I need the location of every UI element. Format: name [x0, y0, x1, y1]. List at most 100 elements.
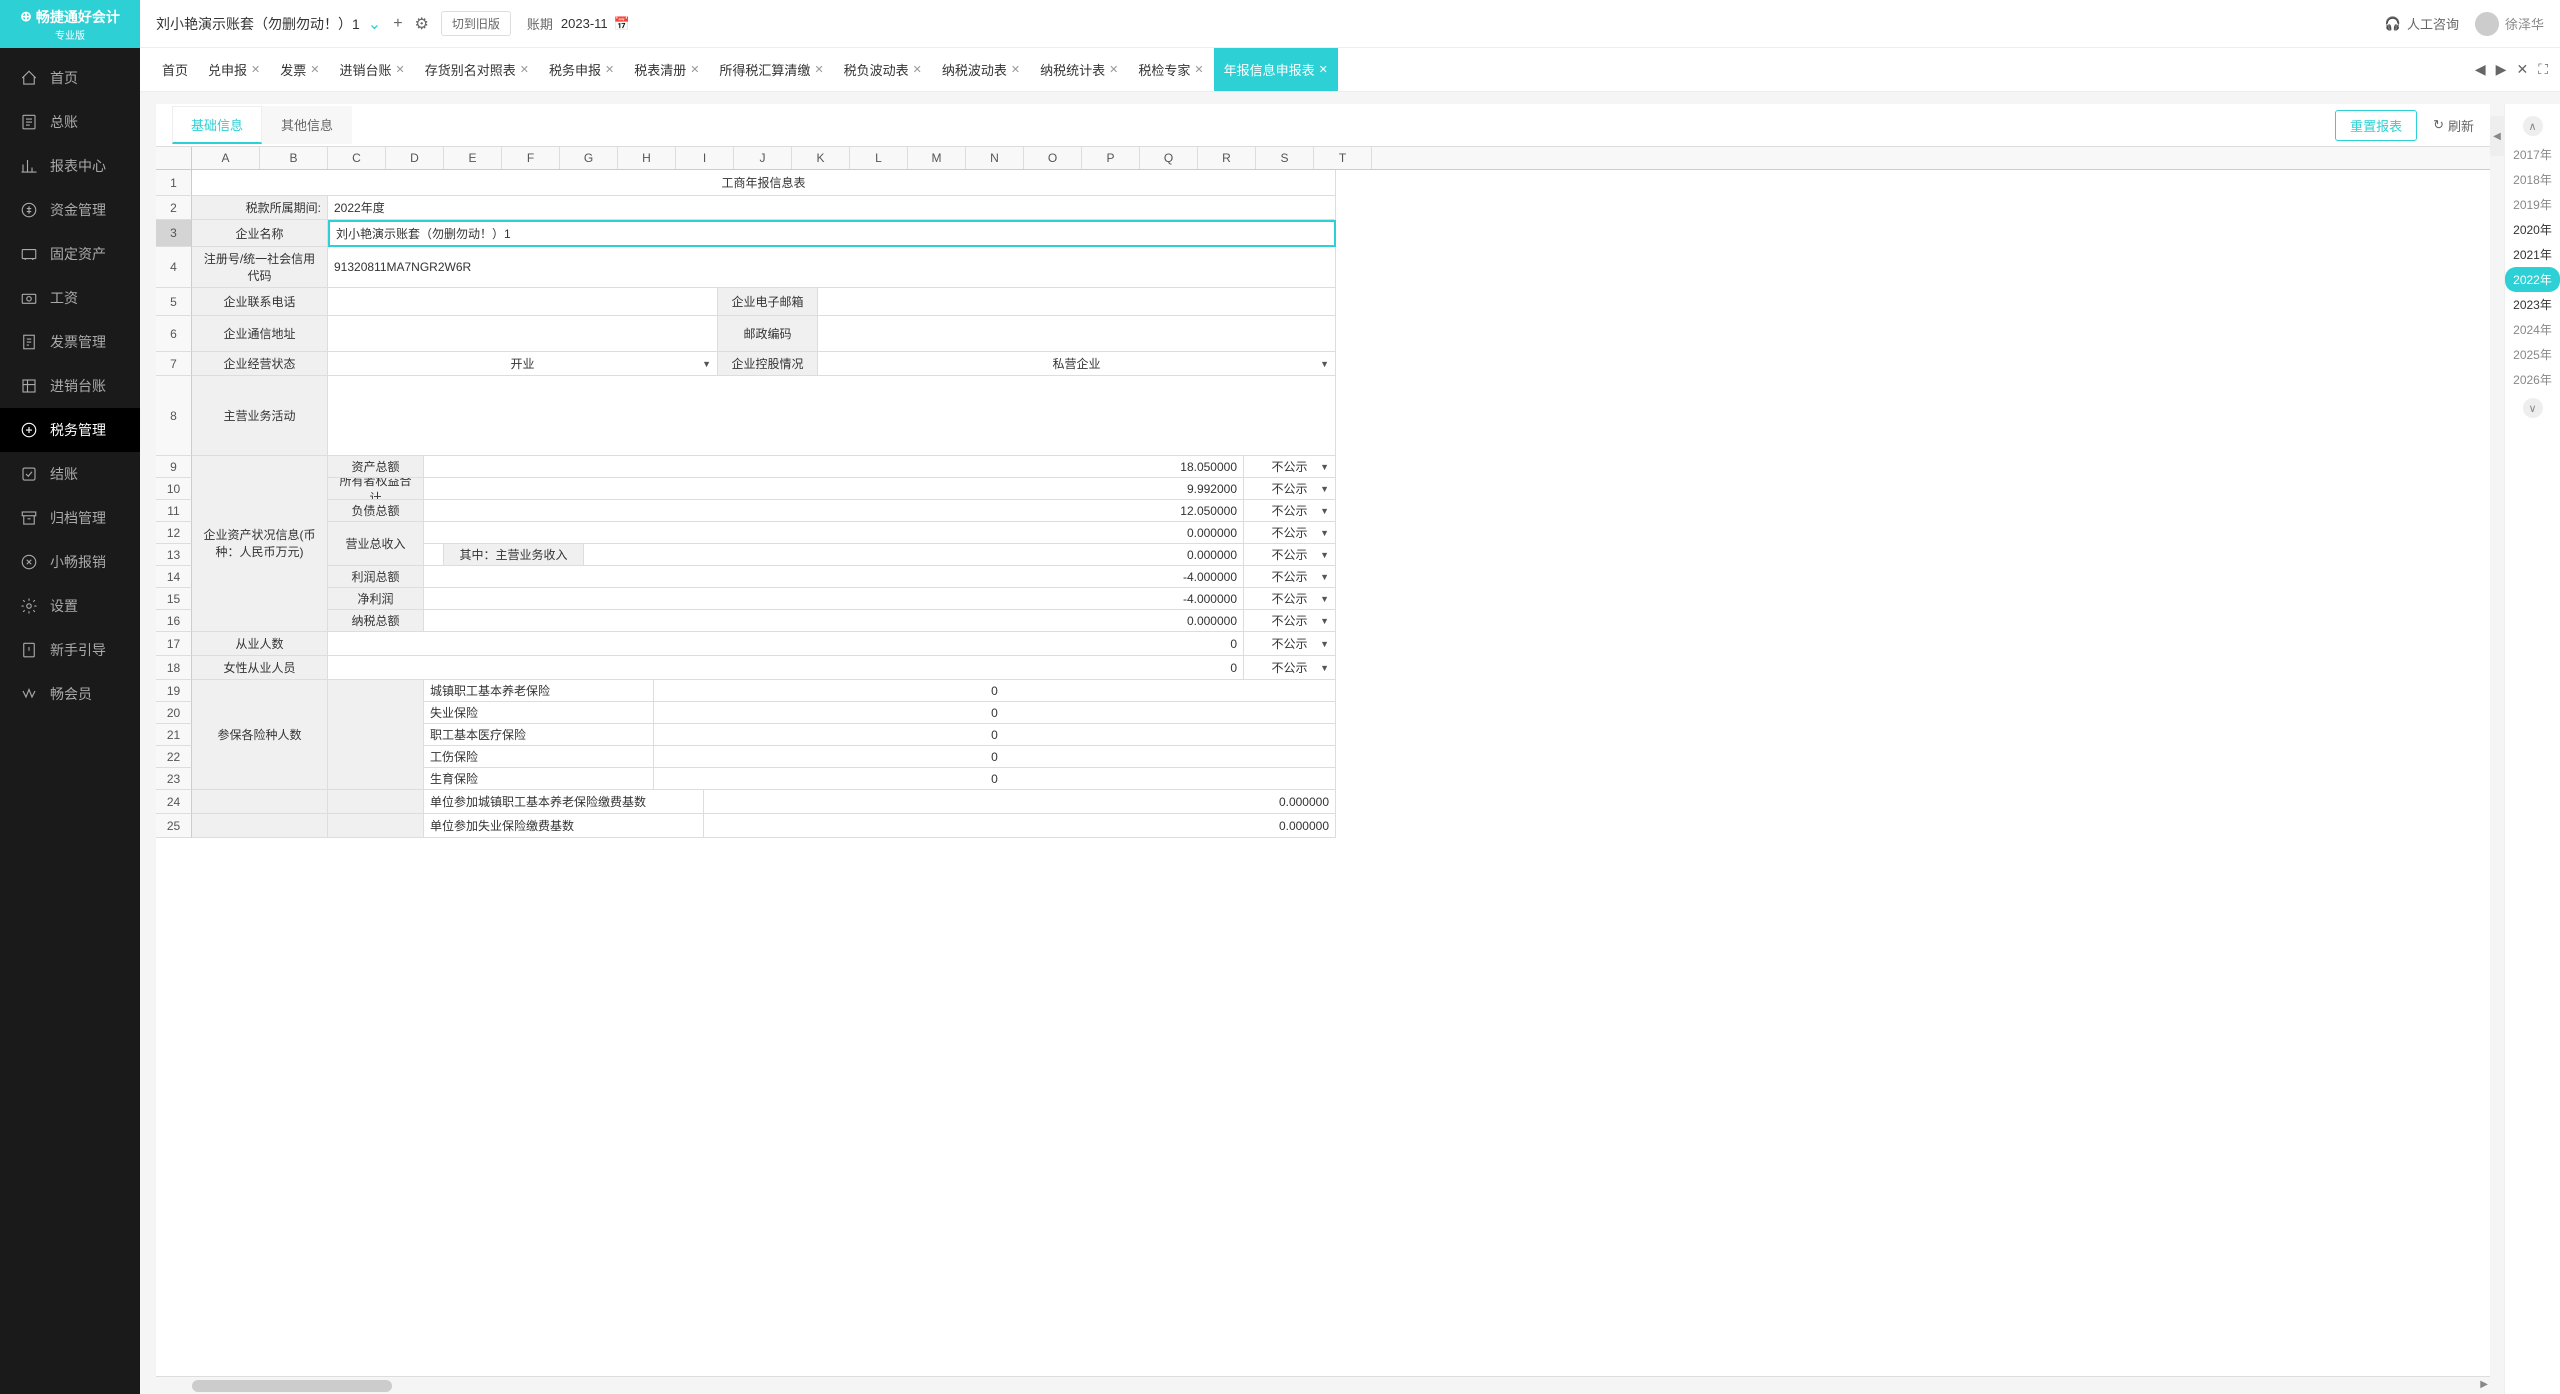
row-header[interactable]: 20	[156, 702, 192, 724]
tab-item[interactable]: 发票✕	[270, 48, 329, 91]
row-header[interactable]: 4	[156, 247, 192, 288]
col-header[interactable]: R	[1198, 147, 1256, 169]
row-header[interactable]: 10	[156, 478, 192, 500]
col-header[interactable]: M	[908, 147, 966, 169]
year-option[interactable]: 2019年	[2505, 192, 2560, 217]
row-header[interactable]: 18	[156, 656, 192, 680]
col-header[interactable]: L	[850, 147, 908, 169]
cell[interactable]: 18.050000	[424, 456, 1244, 478]
collapse-rail-button[interactable]: ◀	[2490, 116, 2504, 156]
close-icon[interactable]: ✕	[690, 63, 699, 76]
close-icon[interactable]: ✕	[913, 63, 922, 76]
cell[interactable]: 9.992000	[424, 478, 1244, 500]
cell[interactable]: 不公示	[1244, 456, 1336, 478]
tabs-close-button[interactable]: ✕	[2516, 61, 2528, 78]
reset-report-button[interactable]: 重置报表	[2335, 110, 2417, 141]
tab-item[interactable]: 进销台账✕	[329, 48, 414, 91]
nav-close-acc[interactable]: 结账	[0, 452, 140, 496]
year-option[interactable]: 2020年	[2505, 217, 2560, 242]
cell[interactable]: -4.000000	[424, 588, 1244, 610]
nav-psi[interactable]: 进销台账	[0, 364, 140, 408]
col-header[interactable]: O	[1024, 147, 1082, 169]
add-account-button[interactable]: +	[393, 15, 402, 33]
nav-ledger[interactable]: 总账	[0, 100, 140, 144]
nav-member[interactable]: 畅会员	[0, 672, 140, 716]
nav-invoice[interactable]: 发票管理	[0, 320, 140, 364]
row-header[interactable]: 19	[156, 680, 192, 702]
col-header[interactable]: G	[560, 147, 618, 169]
cell[interactable]: 不公示	[1244, 656, 1336, 680]
cell[interactable]: 不公示	[1244, 566, 1336, 588]
tab-item[interactable]: 首页	[152, 48, 198, 91]
tab-item[interactable]: 存货别名对照表✕	[415, 48, 539, 91]
cell[interactable]	[328, 376, 1336, 456]
row-header[interactable]: 6	[156, 316, 192, 352]
nav-report[interactable]: 报表中心	[0, 144, 140, 188]
tab-item[interactable]: 所得税汇算清缴✕	[709, 48, 833, 91]
col-header[interactable]: K	[792, 147, 850, 169]
row-header[interactable]: 14	[156, 566, 192, 588]
col-header[interactable]: A	[192, 147, 260, 169]
account-settings-button[interactable]: ⚙	[415, 14, 429, 34]
tab-item[interactable]: 纳税统计表✕	[1030, 48, 1128, 91]
row-header[interactable]: 25	[156, 814, 192, 838]
col-header[interactable]: F	[502, 147, 560, 169]
cell[interactable]	[328, 316, 718, 352]
cell[interactable]: 0	[654, 724, 1336, 746]
account-selector[interactable]: 刘小艳演示账套（勿删勿动！）1	[156, 14, 360, 34]
spreadsheet[interactable]: ABCDEFGHIJKLMNOPQRST 1工商年报信息表2税款所属期间:202…	[156, 146, 2490, 1376]
row-header[interactable]: 15	[156, 588, 192, 610]
switch-old-version-button[interactable]: 切到旧版	[441, 11, 511, 36]
subtab-basic[interactable]: 基础信息	[172, 106, 262, 144]
row-header[interactable]: 21	[156, 724, 192, 746]
tabs-next-button[interactable]: ▶	[2496, 61, 2507, 78]
tab-item[interactable]: 税务申报✕	[539, 48, 624, 91]
row-header[interactable]: 24	[156, 790, 192, 814]
col-header[interactable]: B	[260, 147, 328, 169]
cell[interactable]: 0	[654, 702, 1336, 724]
nav-archive[interactable]: 归档管理	[0, 496, 140, 540]
tabs-prev-button[interactable]: ◀	[2475, 61, 2486, 78]
cell[interactable]: 私营企业	[818, 352, 1336, 376]
cell[interactable]: 91320811MA7NGR2W6R	[328, 247, 1336, 288]
row-header[interactable]: 1	[156, 170, 192, 196]
cell[interactable]: 0.000000	[584, 544, 1244, 566]
year-option[interactable]: 2024年	[2505, 317, 2560, 342]
col-header[interactable]: T	[1314, 147, 1372, 169]
cell[interactable]: 0	[328, 656, 1244, 680]
nav-baoxiao[interactable]: 小畅报销	[0, 540, 140, 584]
year-option[interactable]: 2023年	[2505, 292, 2560, 317]
cell[interactable]: 开业	[328, 352, 718, 376]
close-icon[interactable]: ✕	[1194, 63, 1203, 76]
cell[interactable]: 12.050000	[424, 500, 1244, 522]
cell[interactable]: 刘小艳演示账套（勿删勿动！）1	[328, 220, 1336, 247]
row-header[interactable]: 8	[156, 376, 192, 456]
cell[interactable]: 不公示	[1244, 544, 1336, 566]
year-option[interactable]: 2025年	[2505, 342, 2560, 367]
cell[interactable]: 0	[654, 746, 1336, 768]
year-option[interactable]: 2017年	[2505, 142, 2560, 167]
close-icon[interactable]: ✕	[520, 63, 529, 76]
year-option[interactable]: 2021年	[2505, 242, 2560, 267]
col-header[interactable]: C	[328, 147, 386, 169]
col-header[interactable]: I	[676, 147, 734, 169]
close-icon[interactable]: ✕	[1011, 63, 1020, 76]
close-icon[interactable]: ✕	[1109, 63, 1118, 76]
close-icon[interactable]: ✕	[1319, 63, 1328, 76]
close-icon[interactable]: ✕	[396, 63, 405, 76]
row-header[interactable]: 13	[156, 544, 192, 566]
close-icon[interactable]: ✕	[605, 63, 614, 76]
year-option[interactable]: 2022年	[2505, 267, 2560, 292]
nav-settings[interactable]: 设置	[0, 584, 140, 628]
cell[interactable]: 0.000000	[424, 610, 1244, 632]
col-header[interactable]: E	[444, 147, 502, 169]
refresh-button[interactable]: ↻刷新	[2433, 116, 2474, 135]
col-header[interactable]: S	[1256, 147, 1314, 169]
row-header[interactable]: 7	[156, 352, 192, 376]
nav-fund[interactable]: 资金管理	[0, 188, 140, 232]
nav-tax[interactable]: 税务管理	[0, 408, 140, 452]
user-menu[interactable]: 徐泽华	[2475, 12, 2544, 36]
nav-asset[interactable]: 固定资产	[0, 232, 140, 276]
period-value[interactable]: 2023-11	[561, 16, 608, 31]
subtab-other[interactable]: 其他信息	[262, 106, 352, 144]
